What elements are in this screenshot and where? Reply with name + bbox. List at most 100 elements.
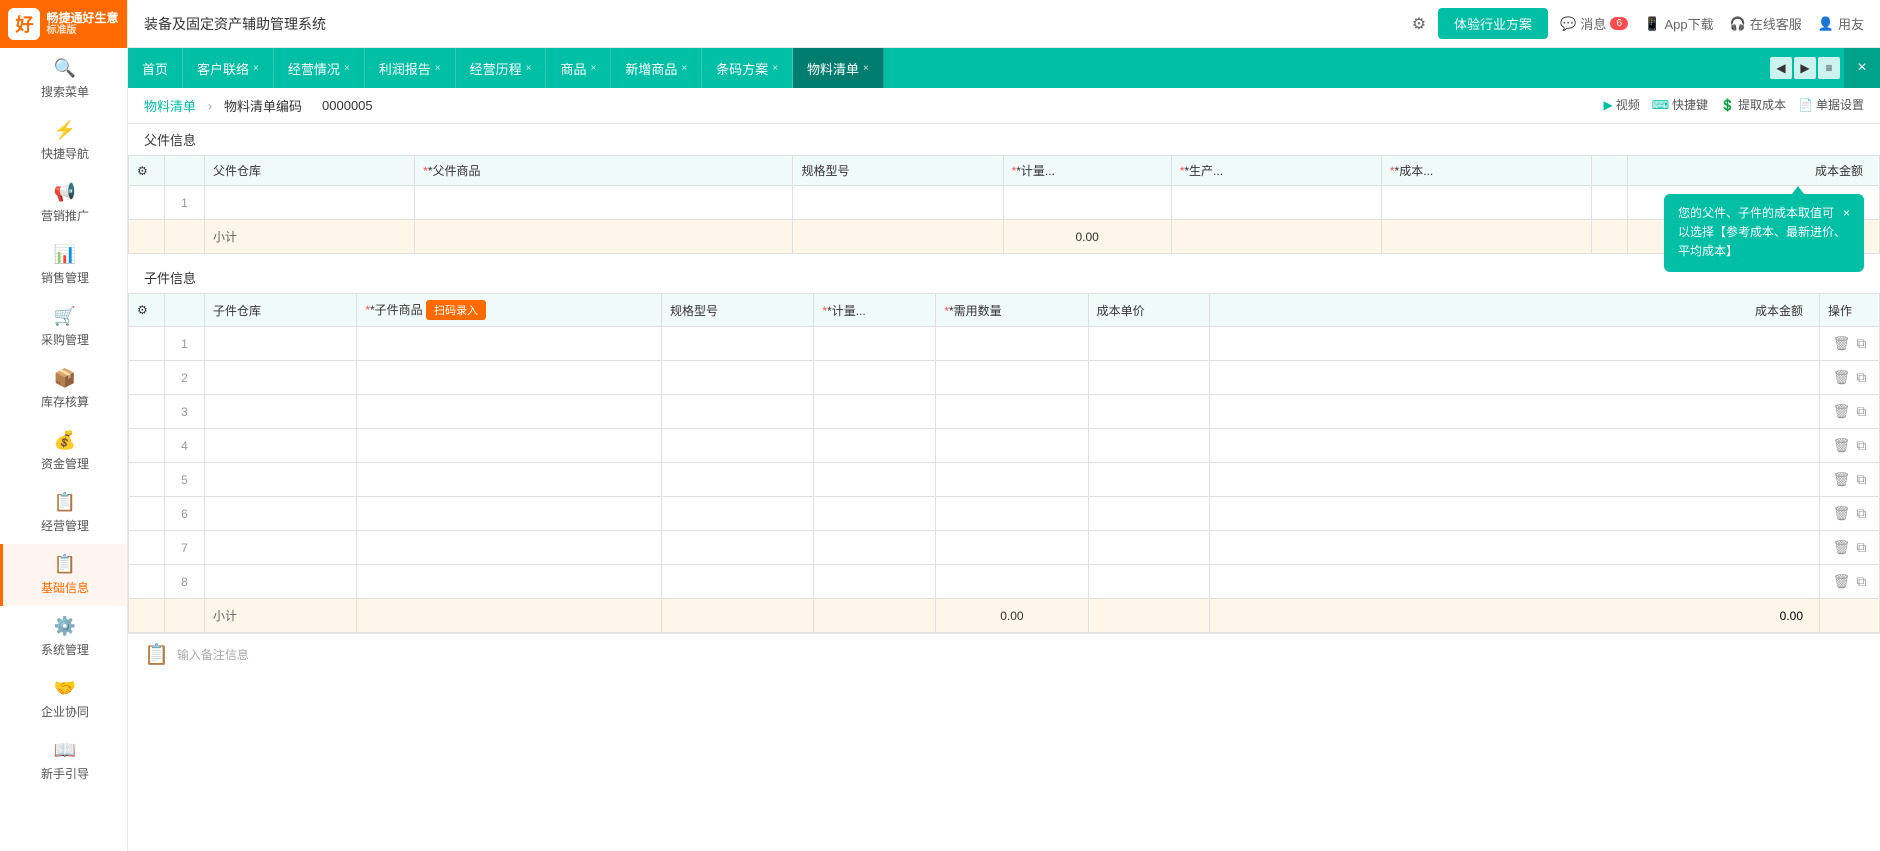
child-row-spec-3[interactable] (662, 395, 814, 429)
tab-history-close[interactable]: × (526, 63, 532, 74)
child-row-product-5[interactable] (357, 463, 662, 497)
parent-row-cost[interactable] (1381, 186, 1591, 220)
tab-ops-close[interactable]: × (344, 63, 350, 74)
child-row-qty-4[interactable] (936, 429, 1088, 463)
child-row-unit-7[interactable] (814, 531, 936, 565)
child-row-qty-1[interactable] (936, 327, 1088, 361)
copy-icon-4[interactable]: ⧉ (1856, 437, 1866, 454)
child-row-warehouse-1[interactable] (205, 327, 357, 361)
child-row-product-3[interactable] (357, 395, 662, 429)
copy-icon-3[interactable]: ⧉ (1856, 403, 1866, 420)
child-row-unit-price-2[interactable] (1088, 361, 1210, 395)
sidebar-item-system[interactable]: ⚙️ 系统管理 (0, 606, 127, 668)
page-close-btn[interactable]: × (1844, 48, 1880, 88)
tab-profit[interactable]: 利润报告 × (365, 48, 456, 88)
child-row-spec-7[interactable] (662, 531, 814, 565)
tab-customer-close[interactable]: × (253, 63, 259, 74)
child-row-product-7[interactable] (357, 531, 662, 565)
child-row-product-2[interactable] (357, 361, 662, 395)
sidebar-item-guide[interactable]: 📖 新手引导 (0, 730, 127, 792)
bottom-add-row[interactable]: 📋 输入备注信息 (128, 633, 1880, 675)
nav-next-btn[interactable]: ▶ (1794, 57, 1816, 79)
child-row-unit-8[interactable] (814, 565, 936, 599)
child-row-spec-1[interactable] (662, 327, 814, 361)
child-row-spec-6[interactable] (662, 497, 814, 531)
breadcrumb-parent[interactable]: 物料清单 (144, 96, 196, 115)
gear-icon[interactable]: ⚙ (1412, 14, 1426, 34)
child-row-unit-price-6[interactable] (1088, 497, 1210, 531)
child-row-spec-2[interactable] (662, 361, 814, 395)
child-row-warehouse-5[interactable] (205, 463, 357, 497)
tab-barcode[interactable]: 条码方案 × (702, 48, 793, 88)
tab-home[interactable]: 首页 (128, 48, 183, 88)
tab-customer[interactable]: 客户联络 × (183, 48, 274, 88)
child-row-unit-1[interactable] (814, 327, 936, 361)
child-row-unit-5[interactable] (814, 463, 936, 497)
tab-bom[interactable]: 物料清单 × (793, 48, 884, 88)
copy-icon-5[interactable]: ⧉ (1856, 471, 1866, 488)
sidebar-item-collab[interactable]: 🤝 企业协同 (0, 668, 127, 730)
child-row-unit-6[interactable] (814, 497, 936, 531)
copy-icon-2[interactable]: ⧉ (1856, 369, 1866, 386)
child-row-spec-4[interactable] (662, 429, 814, 463)
child-row-unit-price-8[interactable] (1088, 565, 1210, 599)
tab-goods[interactable]: 商品 × (546, 48, 611, 88)
parent-row-product[interactable] (415, 186, 793, 220)
child-row-product-6[interactable] (357, 497, 662, 531)
tooltip-close-btn[interactable]: × (1843, 204, 1850, 223)
user-btn[interactable]: 👤 用友 (1818, 14, 1864, 33)
copy-icon-8[interactable]: ⧉ (1856, 573, 1866, 590)
delete-icon-1[interactable]: 🗑 (1833, 335, 1851, 352)
scan-btn[interactable]: 扫码录入 (426, 300, 486, 320)
tab-add-goods[interactable]: 新增商品 × (611, 48, 702, 88)
child-row-warehouse-2[interactable] (205, 361, 357, 395)
sidebar-item-operations[interactable]: 📋 经营管理 (0, 482, 127, 544)
child-row-unit-price-5[interactable] (1088, 463, 1210, 497)
sidebar-item-inventory[interactable]: 📦 库存核算 (0, 358, 127, 420)
parent-row-warehouse[interactable] (205, 186, 415, 220)
child-row-unit-price-7[interactable] (1088, 531, 1210, 565)
delete-icon-7[interactable]: 🗑 (1833, 539, 1851, 556)
try-btn[interactable]: 体验行业方案 (1438, 8, 1548, 39)
tab-profit-close[interactable]: × (435, 63, 441, 74)
child-row-qty-5[interactable] (936, 463, 1088, 497)
parent-row-prod[interactable] (1171, 186, 1381, 220)
child-row-spec-8[interactable] (662, 565, 814, 599)
delete-icon-6[interactable]: 🗑 (1833, 505, 1851, 522)
parent-row-spec[interactable] (793, 186, 1003, 220)
copy-icon-7[interactable]: ⧉ (1856, 539, 1866, 556)
message-btn[interactable]: 💬 消息 6 (1560, 14, 1628, 33)
child-row-product-1[interactable] (357, 327, 662, 361)
delete-icon-4[interactable]: 🗑 (1833, 437, 1851, 454)
child-row-qty-8[interactable] (936, 565, 1088, 599)
sidebar-item-quick-nav[interactable]: ⚡ 快捷导航 (0, 110, 127, 172)
sidebar-item-marketing[interactable]: 📢 营销推广 (0, 172, 127, 234)
sidebar-item-search[interactable]: 🔍 搜索菜单 (0, 48, 127, 110)
child-row-qty-3[interactable] (936, 395, 1088, 429)
delete-icon-3[interactable]: 🗑 (1833, 403, 1851, 420)
child-row-warehouse-3[interactable] (205, 395, 357, 429)
app-download-btn[interactable]: 📱 App下载 (1644, 14, 1713, 33)
child-row-unit-2[interactable] (814, 361, 936, 395)
extract-cost-btn[interactable]: 💲 提取成本 (1720, 96, 1786, 113)
tab-bom-close[interactable]: × (863, 63, 869, 74)
child-row-unit-4[interactable] (814, 429, 936, 463)
tab-history[interactable]: 经营历程 × (456, 48, 547, 88)
tab-goods-close[interactable]: × (590, 63, 596, 74)
parent-row-extra[interactable] (1592, 186, 1628, 220)
child-row-qty-6[interactable] (936, 497, 1088, 531)
sidebar-item-finance[interactable]: 💰 资金管理 (0, 420, 127, 482)
child-row-unit-price-4[interactable] (1088, 429, 1210, 463)
child-row-qty-2[interactable] (936, 361, 1088, 395)
tab-operations[interactable]: 经营情况 × (274, 48, 365, 88)
child-row-warehouse-8[interactable] (205, 565, 357, 599)
delete-icon-8[interactable]: 🗑 (1833, 573, 1851, 590)
copy-icon-1[interactable]: ⧉ (1856, 335, 1866, 352)
view-video-btn[interactable]: ▶ 视频 (1603, 96, 1639, 113)
child-row-product-4[interactable] (357, 429, 662, 463)
child-row-spec-5[interactable] (662, 463, 814, 497)
sidebar-item-sales[interactable]: 📊 销售管理 (0, 234, 127, 296)
child-row-warehouse-7[interactable] (205, 531, 357, 565)
online-service-btn[interactable]: 🎧 在线客服 (1730, 14, 1802, 33)
sidebar-item-purchase[interactable]: 🛒 采购管理 (0, 296, 127, 358)
